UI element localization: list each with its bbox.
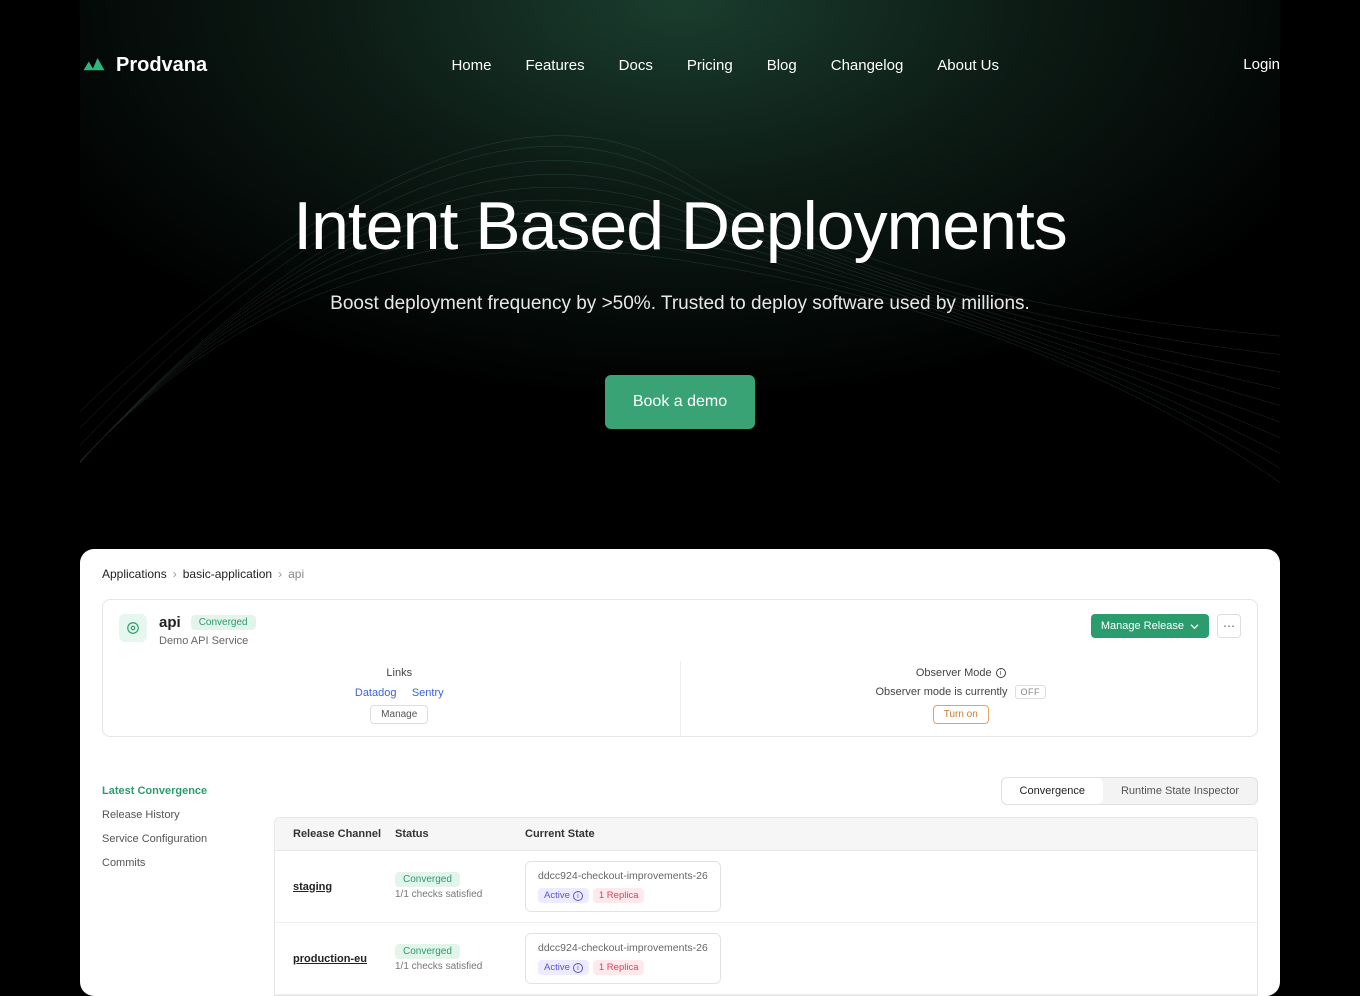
- manage-links-button[interactable]: Manage: [370, 705, 428, 724]
- links-title: Links: [386, 667, 412, 679]
- logo-icon: [80, 53, 108, 77]
- tab-runtime-inspector[interactable]: Runtime State Inspector: [1103, 778, 1257, 804]
- row-status-badge: Converged: [395, 944, 460, 959]
- side-nav-service-configuration[interactable]: Service Configuration: [102, 827, 252, 851]
- table-row: staging Converged 1/1 checks satisfied d…: [275, 851, 1257, 923]
- breadcrumb-current: api: [288, 567, 304, 581]
- hero-title: Intent Based Deployments: [80, 187, 1280, 265]
- ellipsis-icon: ⋯: [1223, 619, 1235, 633]
- gear-icon: [126, 621, 140, 635]
- hero-subtitle: Boost deployment frequency by >50%. Trus…: [80, 293, 1280, 315]
- manage-release-button[interactable]: Manage Release: [1091, 614, 1209, 638]
- channel-link-production-eu[interactable]: production-eu: [293, 953, 367, 965]
- nav-links: Home Features Docs Pricing Blog Changelo…: [207, 57, 1243, 74]
- active-pill: Active i: [538, 888, 589, 903]
- nav-about[interactable]: About Us: [937, 57, 999, 74]
- side-nav-commits[interactable]: Commits: [102, 851, 252, 875]
- service-card: api Converged Demo API Service Manage Re…: [102, 599, 1258, 737]
- link-datadog[interactable]: Datadog: [355, 687, 397, 699]
- service-name: api: [159, 614, 181, 631]
- th-status: Status: [395, 818, 525, 850]
- nav-home[interactable]: Home: [451, 57, 491, 74]
- manage-release-label: Manage Release: [1101, 620, 1184, 632]
- row-status-badge: Converged: [395, 872, 460, 887]
- breadcrumb-root[interactable]: Applications: [102, 567, 167, 581]
- hero: Intent Based Deployments Boost deploymen…: [80, 97, 1280, 489]
- tab-convergence[interactable]: Convergence: [1002, 778, 1103, 804]
- row-checks: 1/1 checks satisfied: [395, 889, 525, 900]
- nav-features[interactable]: Features: [525, 57, 584, 74]
- side-nav: Latest Convergence Release History Servi…: [102, 777, 252, 996]
- login-link[interactable]: Login: [1243, 56, 1280, 73]
- book-demo-button[interactable]: Book a demo: [605, 375, 755, 429]
- link-sentry[interactable]: Sentry: [412, 687, 444, 699]
- info-icon: i: [573, 963, 583, 973]
- nav-pricing[interactable]: Pricing: [687, 57, 733, 74]
- active-pill: Active i: [538, 960, 589, 975]
- info-icon[interactable]: i: [996, 668, 1006, 678]
- nav-docs[interactable]: Docs: [619, 57, 653, 74]
- replica-pill: 1 Replica: [593, 960, 645, 975]
- nav-blog[interactable]: Blog: [767, 57, 797, 74]
- state-box: ddcc924-checkout-improvements-26 Active …: [525, 861, 721, 912]
- view-tabs: Convergence Runtime State Inspector: [1001, 777, 1258, 805]
- logo-text: Prodvana: [116, 54, 207, 77]
- chevron-down-icon: [1190, 622, 1199, 631]
- logo[interactable]: Prodvana: [80, 53, 207, 77]
- chevron-right-icon: ›: [173, 567, 177, 581]
- channel-link-staging[interactable]: staging: [293, 881, 332, 893]
- links-panel: Links Datadog Sentry Manage: [119, 661, 680, 736]
- top-nav: Prodvana Home Features Docs Pricing Blog…: [80, 33, 1280, 97]
- breadcrumb: Applications › basic-application › api: [102, 567, 1258, 581]
- observer-text: Observer mode is currently: [875, 686, 1007, 698]
- dashboard-screenshot: Applications › basic-application › api a…: [80, 549, 1280, 996]
- observer-title: Observer Mode: [916, 667, 992, 679]
- observer-panel: Observer Mode i Observer mode is current…: [680, 661, 1242, 736]
- status-badge: Converged: [191, 615, 256, 630]
- observer-state-badge: OFF: [1015, 685, 1047, 699]
- side-nav-release-history[interactable]: Release History: [102, 803, 252, 827]
- info-icon: i: [573, 891, 583, 901]
- service-description: Demo API Service: [159, 635, 256, 647]
- commit-label: ddcc924-checkout-improvements-26: [538, 942, 708, 954]
- more-button[interactable]: ⋯: [1217, 614, 1241, 638]
- table-row: production-eu Converged 1/1 checks satis…: [275, 923, 1257, 995]
- service-icon: [119, 614, 147, 642]
- chevron-right-icon: ›: [278, 567, 282, 581]
- state-box: ddcc924-checkout-improvements-26 Active …: [525, 933, 721, 984]
- th-current-state: Current State: [525, 818, 1257, 850]
- row-checks: 1/1 checks satisfied: [395, 961, 525, 972]
- nav-changelog[interactable]: Changelog: [831, 57, 904, 74]
- breadcrumb-app[interactable]: basic-application: [183, 567, 272, 581]
- side-nav-latest-convergence[interactable]: Latest Convergence: [102, 779, 252, 803]
- commit-label: ddcc924-checkout-improvements-26: [538, 870, 708, 882]
- release-channel-table: Release Channel Status Current State sta…: [274, 817, 1258, 996]
- th-release-channel: Release Channel: [275, 818, 395, 850]
- observer-turn-on-button[interactable]: Turn on: [933, 705, 989, 724]
- replica-pill: 1 Replica: [593, 888, 645, 903]
